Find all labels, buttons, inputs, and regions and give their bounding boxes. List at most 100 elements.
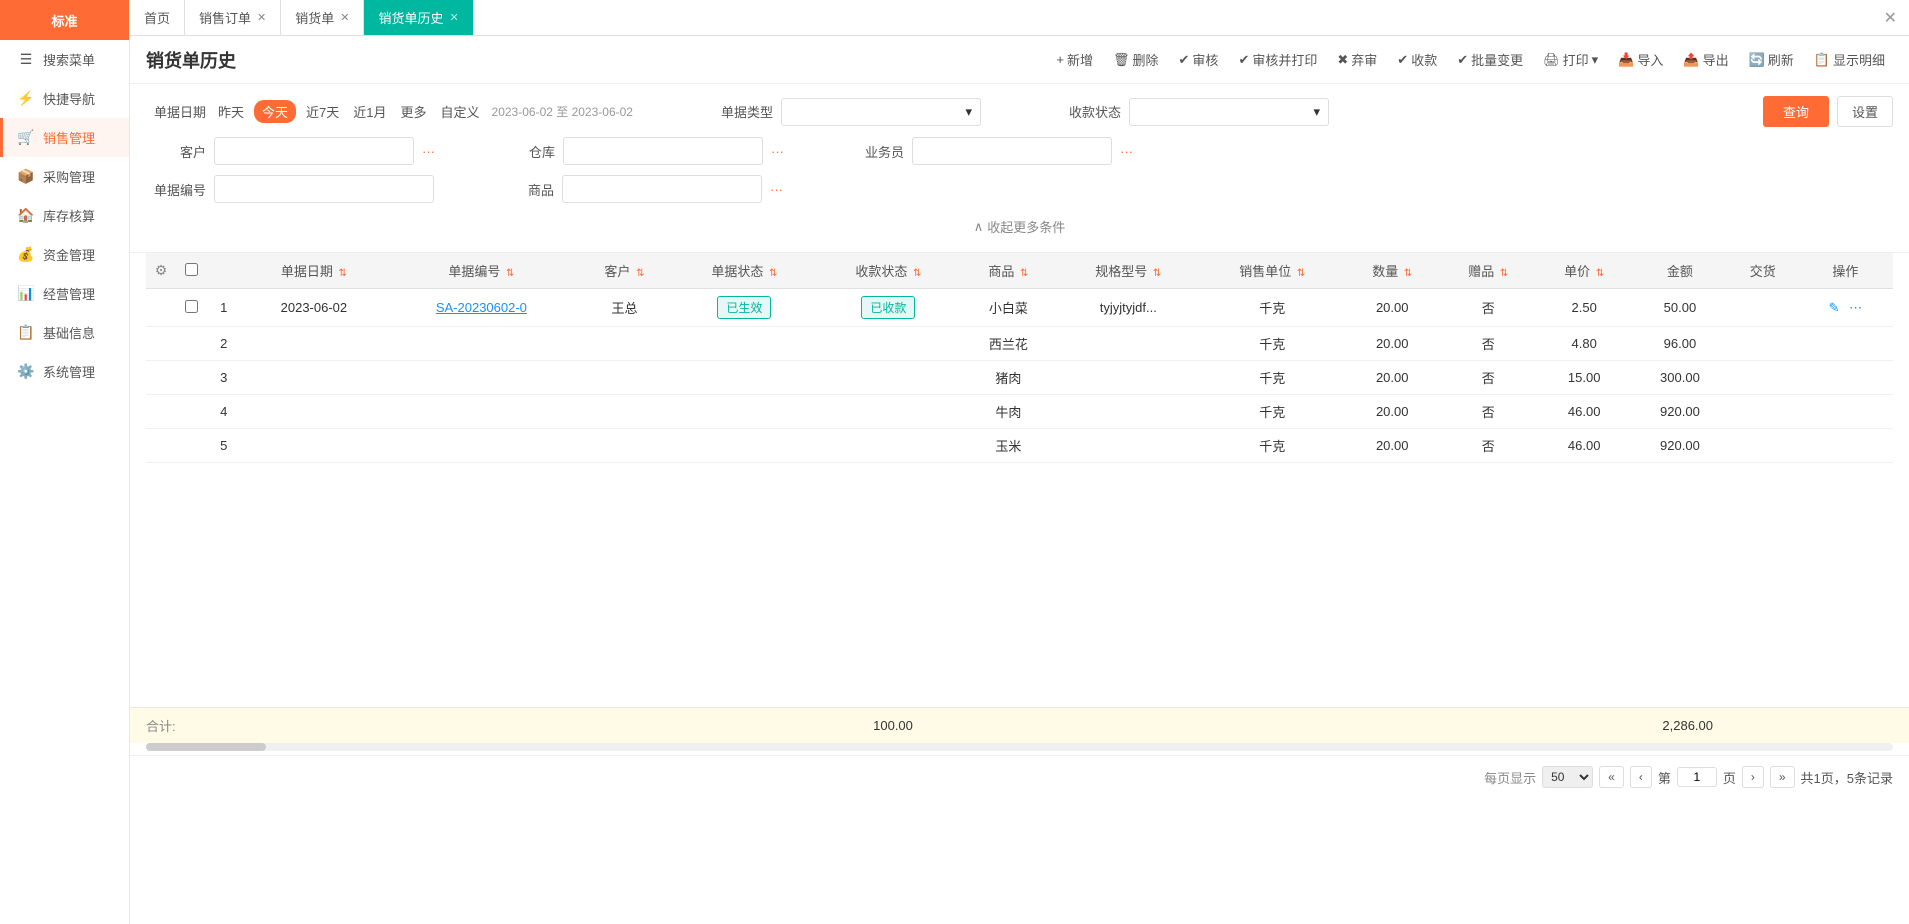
- audit-button[interactable]: ✔ 审核: [1171, 46, 1227, 73]
- goods-select-btn[interactable]: ···: [770, 182, 783, 197]
- date-shortcut-7days[interactable]: 近7天: [302, 100, 343, 123]
- column-unit-price[interactable]: 单价 ⇅: [1536, 253, 1632, 289]
- refresh-button[interactable]: 🔄 刷新: [1741, 46, 1802, 73]
- batch-change-button[interactable]: ✔ 批量变更: [1449, 46, 1531, 73]
- horizontal-scrollbar[interactable]: [146, 743, 1893, 751]
- tab-sales-history-close[interactable]: ✕: [450, 11, 459, 24]
- query-button[interactable]: 查询: [1763, 96, 1829, 127]
- sidebar-item-inventory[interactable]: 🏠 库存核算: [0, 196, 129, 235]
- page-size-select[interactable]: 50 100 200: [1542, 766, 1593, 788]
- sidebar-item-sales[interactable]: 🛒 销售管理: [0, 118, 129, 157]
- pagination: 每页显示 50 100 200 « ‹ 第 页 › » 共1页，5条记录: [130, 755, 1909, 798]
- doc-no-input[interactable]: [214, 175, 434, 203]
- column-settings[interactable]: ⚙: [146, 253, 176, 289]
- customer-input[interactable]: [214, 137, 414, 165]
- date-shortcut-1month[interactable]: 近1月: [349, 100, 390, 123]
- tab-sales-order[interactable]: 销售订单 ✕: [185, 0, 281, 35]
- export-button[interactable]: 📤 导出: [1675, 46, 1736, 73]
- import-icon: 📥: [1618, 52, 1634, 68]
- sidebar-item-search-menu[interactable]: ☰ 搜索菜单: [0, 40, 129, 79]
- table-row: 2 西兰花 千克 20.00 否 4.80 96.00: [146, 327, 1893, 361]
- sort-icon: ⇅: [1404, 268, 1412, 279]
- more-op-btn[interactable]: ⋯: [1846, 300, 1865, 316]
- warehouse-input[interactable]: [563, 137, 763, 165]
- row-sales-unit: 千克: [1200, 395, 1344, 429]
- prev-page-btn[interactable]: ‹: [1630, 766, 1652, 788]
- audit-print-button[interactable]: ✔ 审核并打印: [1230, 46, 1325, 73]
- row-checkbox[interactable]: [176, 429, 206, 463]
- row-amount: 300.00: [1632, 361, 1728, 395]
- edit-op-btn[interactable]: ✎: [1826, 300, 1843, 316]
- date-range: 2023-06-02 至 2023-06-02: [492, 103, 633, 120]
- sort-icon: ⇅: [636, 268, 644, 279]
- row-operation: [1798, 395, 1893, 429]
- date-shortcut-custom[interactable]: 自定义: [437, 100, 484, 123]
- row-select-checkbox[interactable]: [185, 300, 198, 313]
- row-checkbox[interactable]: [176, 289, 206, 327]
- new-button[interactable]: + 新增: [1048, 46, 1101, 73]
- row-checkbox[interactable]: [176, 327, 206, 361]
- column-quantity[interactable]: 数量 ⇅: [1344, 253, 1440, 289]
- filter-settings-button[interactable]: 设置: [1837, 96, 1893, 127]
- column-spec-type[interactable]: 规格型号 ⇅: [1056, 253, 1200, 289]
- column-payment-status[interactable]: 收款状态 ⇅: [816, 253, 960, 289]
- delete-button[interactable]: 🗑 删除: [1105, 46, 1167, 73]
- collect-button[interactable]: ✔ 收款: [1389, 46, 1445, 73]
- tab-sales-history[interactable]: 销货单历史 ✕: [364, 0, 473, 35]
- date-shortcut-today[interactable]: 今天: [254, 100, 296, 123]
- tab-sales-order-close[interactable]: ✕: [257, 11, 266, 24]
- show-detail-button[interactable]: 📋 显示明细: [1806, 46, 1893, 73]
- column-doc-no[interactable]: 单据编号 ⇅: [386, 253, 576, 289]
- sidebar-item-quick-nav[interactable]: ⚡ 快捷导航: [0, 79, 129, 118]
- column-doc-date[interactable]: 单据日期 ⇅: [241, 253, 386, 289]
- row-payment-status: [816, 361, 960, 395]
- print-button[interactable]: 🖨 打印 ▾: [1535, 46, 1606, 73]
- first-page-btn[interactable]: «: [1599, 766, 1624, 788]
- date-shortcut-more[interactable]: 更多: [397, 100, 431, 123]
- sidebar-item-system[interactable]: ⚙️ 系统管理: [0, 352, 129, 391]
- sidebar-item-basic-info[interactable]: 📋 基础信息: [0, 313, 129, 352]
- row-checkbox[interactable]: [176, 395, 206, 429]
- refresh-icon: 🔄: [1749, 52, 1765, 68]
- row-customer: [576, 327, 672, 361]
- row-checkbox[interactable]: [176, 361, 206, 395]
- row-doc-date: 2023-06-02: [241, 289, 386, 327]
- column-customer[interactable]: 客户 ⇅: [576, 253, 672, 289]
- column-doc-status[interactable]: 单据状态 ⇅: [672, 253, 816, 289]
- date-shortcut-yesterday[interactable]: 昨天: [214, 100, 248, 123]
- sidebar-item-operations[interactable]: 📊 经营管理: [0, 274, 129, 313]
- tab-bar-close-btn[interactable]: ✕: [1872, 8, 1909, 28]
- tab-sales-delivery-close[interactable]: ✕: [340, 11, 349, 24]
- row-doc-status: 已生效: [672, 289, 816, 327]
- tab-home[interactable]: 首页: [130, 0, 185, 35]
- collapse-button[interactable]: ∧ 收起更多条件: [146, 213, 1893, 240]
- goods-input[interactable]: [562, 175, 762, 203]
- status-badge: 已生效: [717, 296, 771, 319]
- payment-status-select[interactable]: ▾: [1129, 98, 1329, 126]
- column-gift[interactable]: 赠品 ⇅: [1440, 253, 1536, 289]
- row-transaction: [1728, 289, 1798, 327]
- salesperson-select-btn[interactable]: ···: [1120, 144, 1133, 159]
- column-goods[interactable]: 商品 ⇅: [960, 253, 1056, 289]
- warehouse-select-btn[interactable]: ···: [771, 144, 784, 159]
- doc-no-link[interactable]: SA-20230602-0: [436, 300, 527, 315]
- select-all-checkbox[interactable]: [185, 263, 198, 276]
- import-button[interactable]: 📥 导入: [1610, 46, 1671, 73]
- customer-select-btn[interactable]: ···: [422, 144, 435, 159]
- column-sales-unit[interactable]: 销售单位 ⇅: [1200, 253, 1344, 289]
- row-gift: 否: [1440, 327, 1536, 361]
- next-page-btn[interactable]: ›: [1742, 766, 1764, 788]
- row-doc-no[interactable]: SA-20230602-0: [386, 289, 576, 327]
- sidebar-item-purchase[interactable]: 📦 采购管理: [0, 157, 129, 196]
- abandon-button[interactable]: ✖ 弃审: [1329, 46, 1385, 73]
- row-no: 2: [206, 327, 241, 361]
- sort-icon: ⇅: [913, 268, 921, 279]
- salesperson-input[interactable]: [912, 137, 1112, 165]
- doc-type-select[interactable]: ▾: [781, 98, 981, 126]
- tab-sales-delivery[interactable]: 销货单 ✕: [281, 0, 364, 35]
- page-number-input[interactable]: [1677, 767, 1717, 787]
- sidebar-item-finance[interactable]: 💰 资金管理: [0, 235, 129, 274]
- scrollbar-thumb[interactable]: [146, 743, 266, 751]
- last-page-btn[interactable]: »: [1770, 766, 1795, 788]
- column-settings-btn[interactable]: ⚙: [155, 262, 168, 279]
